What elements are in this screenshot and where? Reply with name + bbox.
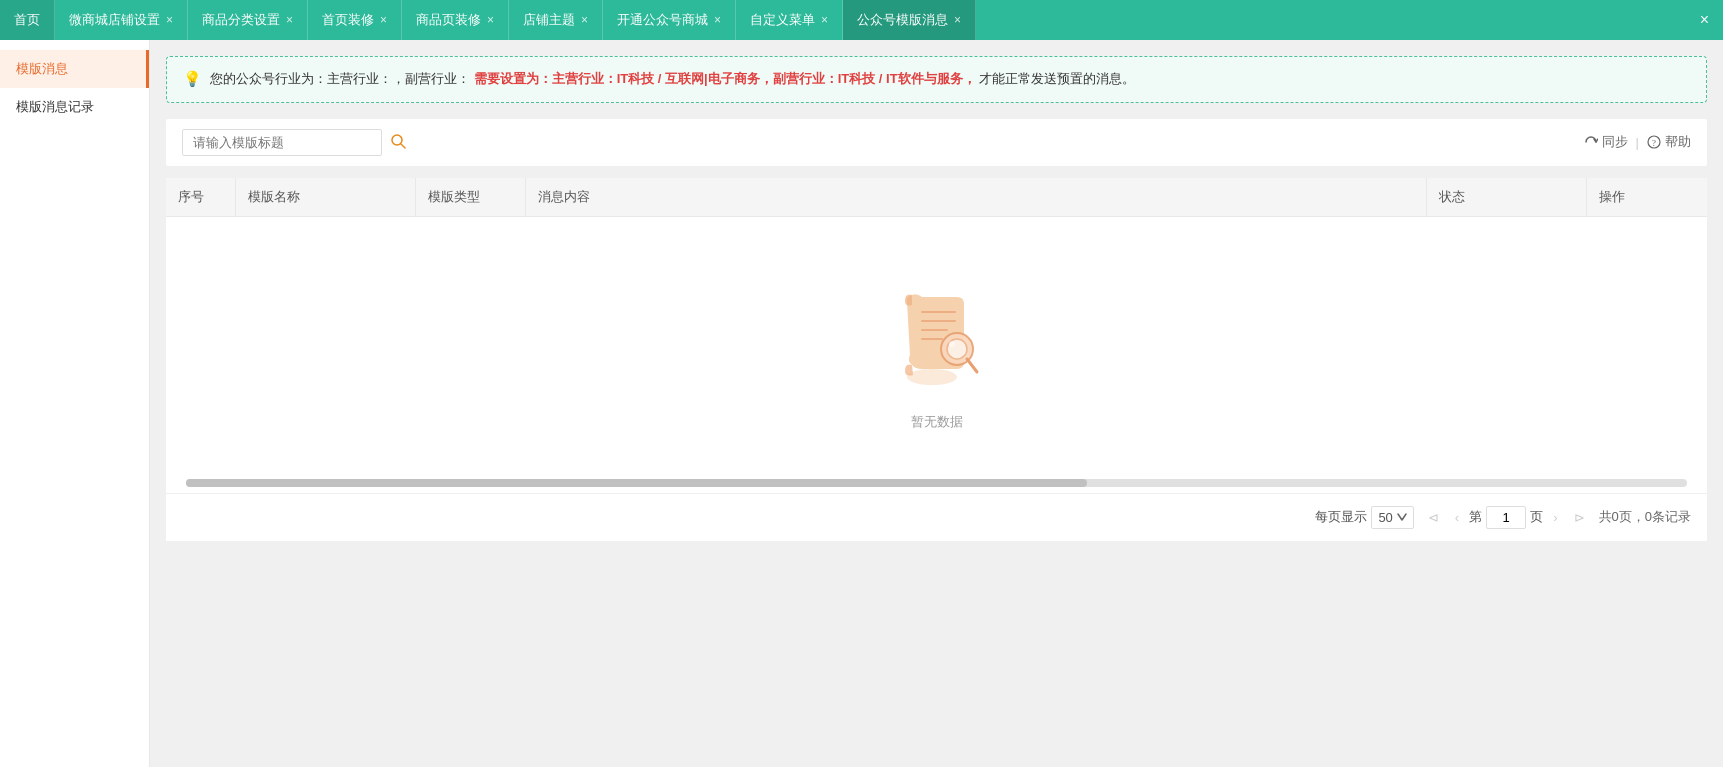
sync-icon	[1584, 135, 1598, 149]
scrollbar-area	[166, 473, 1707, 493]
search-input[interactable]	[182, 129, 382, 156]
page-size-label: 每页显示	[1315, 508, 1367, 526]
chevron-down-icon	[1397, 513, 1407, 521]
empty-state: 暂无数据	[166, 217, 1707, 471]
col-action: 操作	[1587, 178, 1707, 216]
close-tab-open-public-shop[interactable]: ×	[714, 13, 721, 27]
page-unit: 页	[1530, 508, 1543, 526]
svg-point-12	[949, 341, 955, 347]
scrollbar-thumb	[186, 479, 1087, 487]
page-size-select-box[interactable]: 50	[1371, 506, 1413, 529]
search-left	[182, 129, 406, 156]
nav-tab-home[interactable]: 首页	[0, 0, 55, 40]
sidebar: 模版消息 模版消息记录	[0, 40, 150, 767]
empty-illustration	[877, 277, 997, 397]
col-status: 状态	[1427, 178, 1587, 216]
help-button[interactable]: ? 帮助	[1647, 133, 1691, 151]
close-tab-home-decoration[interactable]: ×	[380, 13, 387, 27]
close-tab-custom-menu[interactable]: ×	[821, 13, 828, 27]
table-header: 序号 模版名称 模版类型 消息内容 状态 操作	[166, 178, 1707, 217]
nav-tab-product-decoration[interactable]: 商品页装修 ×	[402, 0, 509, 40]
col-type: 模版类型	[416, 178, 526, 216]
nav-tab-product-category[interactable]: 商品分类设置 ×	[188, 0, 308, 40]
close-all-button[interactable]: ×	[1686, 11, 1723, 29]
search-bar: 同步 | ? 帮助	[166, 119, 1707, 166]
close-tab-product-decoration[interactable]: ×	[487, 13, 494, 27]
content-area: 💡 您的公众号行业为：主营行业：，副营行业： 需要设置为：主营行业：IT科技 /…	[150, 40, 1723, 767]
total-info: 共0页，0条记录	[1599, 508, 1691, 526]
svg-text:?: ?	[1652, 138, 1656, 148]
prev-page-button[interactable]: ‹	[1449, 508, 1465, 527]
close-tab-micro-shop[interactable]: ×	[166, 13, 173, 27]
page-size-value: 50	[1378, 510, 1392, 525]
nav-tab-open-public-shop[interactable]: 开通公众号商城 ×	[603, 0, 736, 40]
nav-tab-shop-theme[interactable]: 店铺主题 ×	[509, 0, 603, 40]
page-size-selector: 每页显示 50	[1315, 506, 1413, 529]
notice-text: 您的公众号行业为：主营行业：，副营行业： 需要设置为：主营行业：IT科技 / 互…	[210, 69, 1135, 90]
notice-icon: 💡	[183, 70, 202, 88]
svg-point-4	[907, 369, 957, 385]
sync-button[interactable]: 同步	[1584, 133, 1628, 151]
svg-line-1	[401, 144, 405, 148]
fake-scrollbar[interactable]	[186, 479, 1687, 487]
page-prefix: 第	[1469, 508, 1482, 526]
search-right: 同步 | ? 帮助	[1584, 133, 1691, 151]
col-seq: 序号	[166, 178, 236, 216]
sidebar-item-template-msg-record[interactable]: 模版消息记录	[0, 88, 149, 126]
close-tab-product-category[interactable]: ×	[286, 13, 293, 27]
next-page-button[interactable]: ›	[1547, 508, 1563, 527]
sidebar-item-template-msg[interactable]: 模版消息	[0, 50, 149, 88]
table-container: 序号 模版名称 模版类型 消息内容 状态 操作	[166, 178, 1707, 493]
divider: |	[1636, 135, 1639, 150]
col-content: 消息内容	[526, 178, 1427, 216]
pagination: 每页显示 50 ⊲ ‹ 第 页 › ⊳ 共0页，0条记录	[166, 493, 1707, 541]
nav-tab-micro-shop[interactable]: 微商城店铺设置 ×	[55, 0, 188, 40]
search-button[interactable]	[390, 133, 406, 152]
page-navigation: ⊲ ‹ 第 页 › ⊳	[1422, 506, 1591, 529]
empty-text: 暂无数据	[911, 413, 963, 431]
nav-tab-template-message[interactable]: 公众号模版消息 ×	[843, 0, 976, 40]
last-page-button[interactable]: ⊳	[1568, 508, 1591, 527]
col-name: 模版名称	[236, 178, 416, 216]
close-tab-shop-theme[interactable]: ×	[581, 13, 588, 27]
nav-tab-home-decoration[interactable]: 首页装修 ×	[308, 0, 402, 40]
page-number-input[interactable]	[1486, 506, 1526, 529]
help-icon: ?	[1647, 135, 1661, 149]
top-nav-bar: 首页 微商城店铺设置 × 商品分类设置 × 首页装修 × 商品页装修 × 店铺主…	[0, 0, 1723, 40]
nav-tab-custom-menu[interactable]: 自定义菜单 ×	[736, 0, 843, 40]
close-tab-template-message[interactable]: ×	[954, 13, 961, 27]
svg-line-11	[967, 359, 977, 372]
first-page-button[interactable]: ⊲	[1422, 508, 1445, 527]
notice-banner: 💡 您的公众号行业为：主营行业：，副营行业： 需要设置为：主营行业：IT科技 /…	[166, 56, 1707, 103]
main-container: 模版消息 模版消息记录 💡 您的公众号行业为：主营行业：，副营行业： 需要设置为…	[0, 40, 1723, 767]
